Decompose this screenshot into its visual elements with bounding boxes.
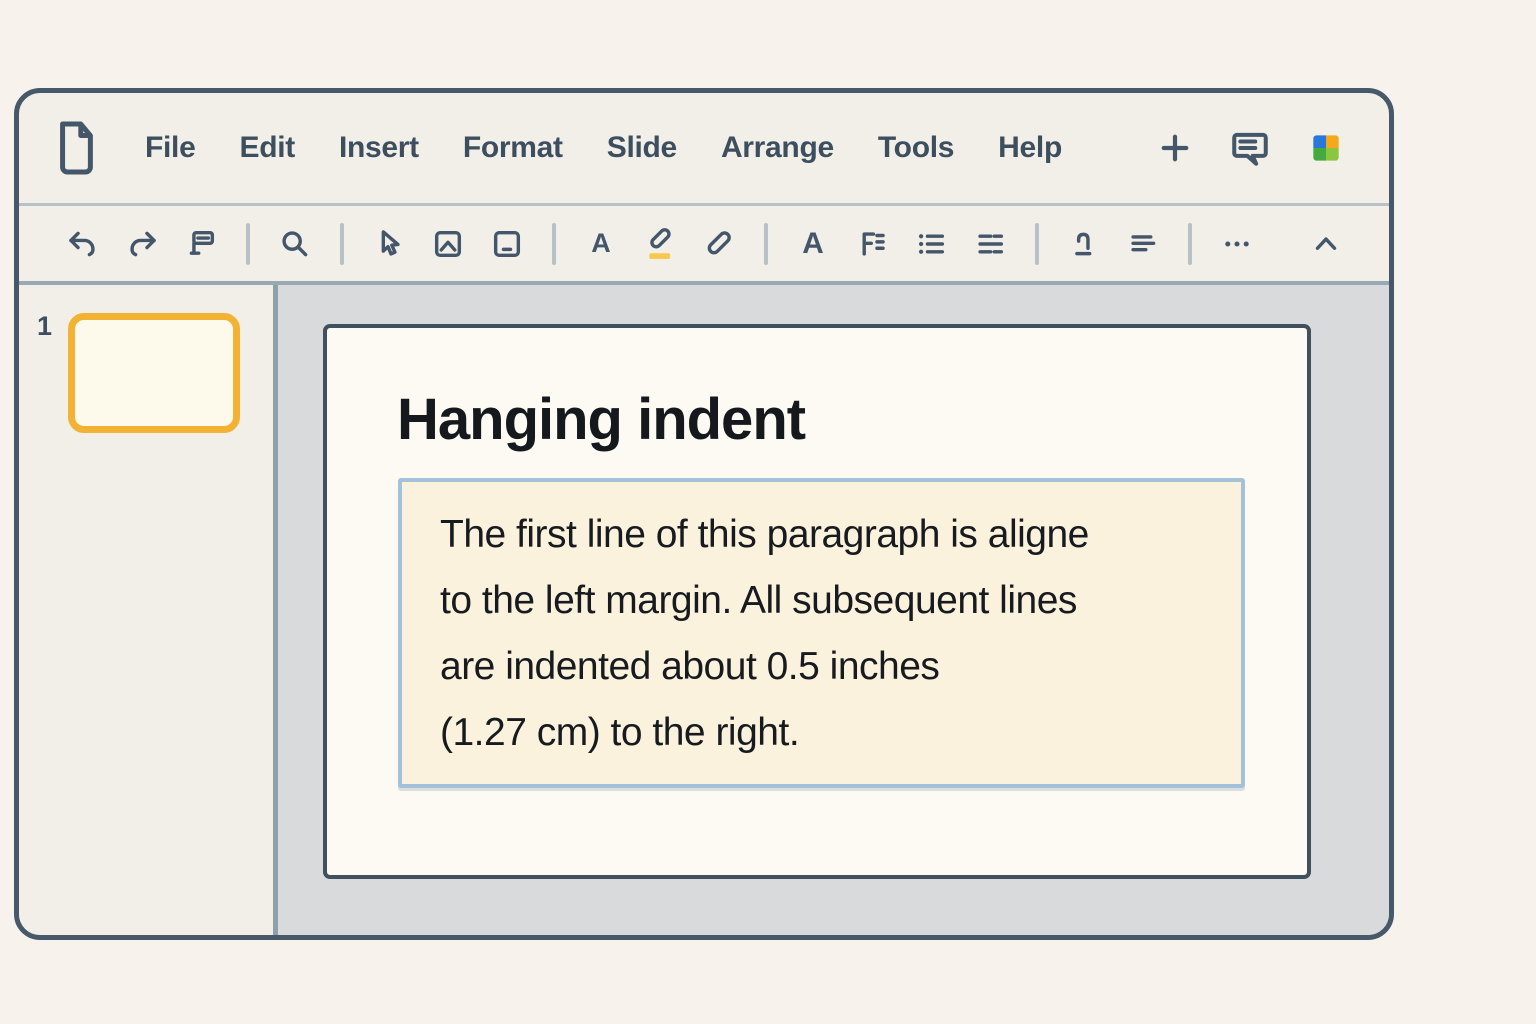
- body-line: The first line of this paragraph is alig…: [440, 502, 1221, 568]
- redo-icon[interactable]: [124, 226, 160, 262]
- svg-text:A: A: [802, 227, 824, 260]
- svg-text:A: A: [591, 227, 610, 257]
- menu-bar: File Edit Insert Format Slide Arrange To…: [19, 93, 1389, 203]
- insert-image-icon[interactable]: [430, 226, 466, 262]
- slide[interactable]: Hanging indent The first line of this pa…: [323, 324, 1311, 879]
- slide-title[interactable]: Hanging indent: [397, 386, 805, 453]
- slide-number: 1: [37, 311, 52, 342]
- toolbar-separator: [1035, 223, 1039, 265]
- bulleted-list-icon[interactable]: [913, 226, 949, 262]
- apps-grid-icon[interactable]: [1307, 129, 1345, 167]
- content-area: 1 Hanging indent The first line of this …: [19, 285, 1389, 935]
- menu-item-arrange[interactable]: Arrange: [721, 131, 834, 165]
- menu-item-format[interactable]: Format: [463, 131, 563, 165]
- slide-canvas: Hanging indent The first line of this pa…: [278, 285, 1389, 935]
- toolbar: A A: [19, 206, 1389, 281]
- toolbar-separator: [764, 223, 768, 265]
- insert-textbox-icon[interactable]: [489, 226, 525, 262]
- menu-item-tools[interactable]: Tools: [878, 131, 954, 165]
- more-icon[interactable]: [1219, 226, 1255, 262]
- chevron-up-icon[interactable]: [1307, 225, 1345, 263]
- indent-options-icon[interactable]: [972, 226, 1008, 262]
- body-line: (1.27 cm) to the right.: [440, 700, 1221, 766]
- text-color-icon[interactable]: A: [583, 226, 619, 262]
- menu-item-insert[interactable]: Insert: [339, 131, 419, 165]
- toolbar-separator: [552, 223, 556, 265]
- app-window: File Edit Insert Format Slide Arrange To…: [14, 88, 1394, 940]
- format-options-icon[interactable]: [854, 226, 890, 262]
- search-icon[interactable]: [277, 226, 313, 262]
- plus-icon[interactable]: [1157, 130, 1193, 166]
- align-icon[interactable]: [1125, 226, 1161, 262]
- menu-item-slide[interactable]: Slide: [607, 131, 677, 165]
- select-cursor-icon[interactable]: [371, 226, 407, 262]
- slides-panel: 1: [19, 285, 273, 935]
- menu-item-help[interactable]: Help: [998, 131, 1062, 165]
- paint-format-icon[interactable]: [183, 226, 219, 262]
- toolbar-separator: [246, 223, 250, 265]
- numbered-list-icon[interactable]: [1066, 226, 1102, 262]
- slide-thumbnail[interactable]: [68, 313, 240, 433]
- toolbar-separator: [1188, 223, 1192, 265]
- font-icon[interactable]: A: [795, 226, 831, 262]
- menu-item-file[interactable]: File: [145, 131, 195, 165]
- undo-icon[interactable]: [65, 226, 101, 262]
- body-line: to the left margin. All subsequent lines: [440, 568, 1221, 634]
- document-icon: [53, 119, 99, 177]
- menu-items: File Edit Insert Format Slide Arrange To…: [145, 131, 1062, 165]
- body-line: are indented about 0.5 inches: [440, 634, 1221, 700]
- highlight-color-icon[interactable]: [642, 226, 678, 262]
- toolbar-separator: [340, 223, 344, 265]
- menu-item-edit[interactable]: Edit: [239, 131, 294, 165]
- comment-icon[interactable]: [1229, 127, 1271, 169]
- pen-icon[interactable]: [701, 226, 737, 262]
- slide-textbox[interactable]: The first line of this paragraph is alig…: [398, 478, 1245, 788]
- menu-bar-right: [1157, 127, 1359, 169]
